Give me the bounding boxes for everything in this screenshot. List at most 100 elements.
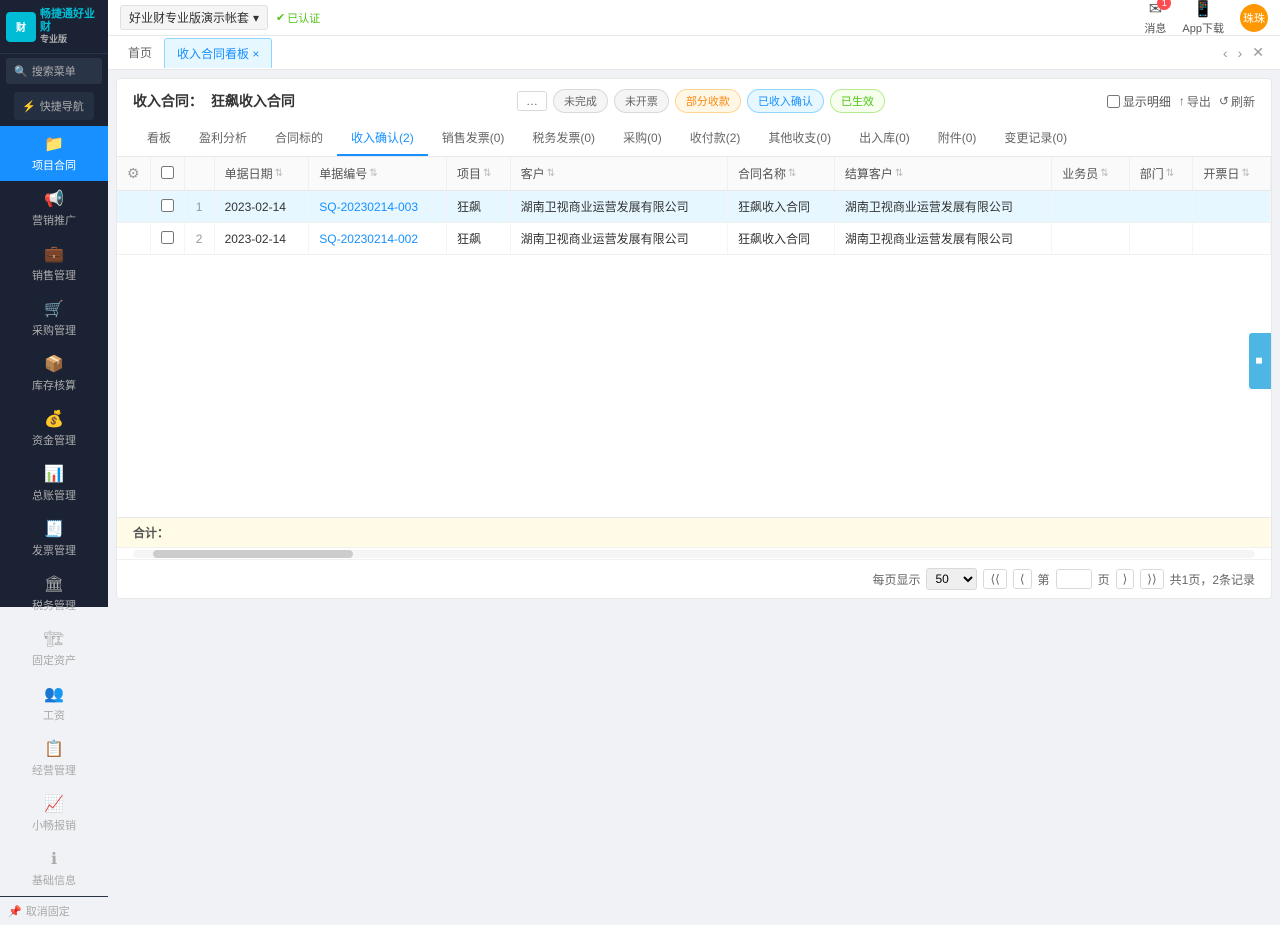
sub-tab-0[interactable]: 看板 (133, 121, 185, 156)
sidebar-item-2[interactable]: 💼 销售管理 (0, 236, 108, 291)
sidebar-label-0: 项目合同 (32, 157, 76, 173)
table-row[interactable]: 1 2023-02-14 SQ-20230214-003 狂飙 湖南卫视商业运营… (117, 191, 1271, 223)
tab-next-btn[interactable]: › (1234, 42, 1247, 63)
th-date[interactable]: 单据日期 ⇅ (214, 157, 309, 191)
sidebar-label-10: 工资 (43, 707, 65, 723)
sub-tab-10[interactable]: 附件(0) (924, 121, 991, 156)
sidebar-item-10[interactable]: 👥 工资 (0, 676, 108, 731)
sidebar-item-3[interactable]: 🛒 采购管理 (0, 291, 108, 346)
page-title-actions: … 未完成 未开票 部分收款 已收入确认 已生效 (517, 89, 885, 113)
refresh-icon: ↺ (1219, 94, 1229, 108)
th-num (184, 157, 214, 191)
th-settings[interactable]: ⚙ (117, 157, 150, 191)
table-row[interactable]: 2 2023-02-14 SQ-20230214-002 狂飙 湖南卫视商业运营… (117, 223, 1271, 255)
search-menu-button[interactable]: 🔍 搜索菜单 (6, 58, 102, 84)
search-icon: 🔍 (14, 65, 28, 78)
status-active[interactable]: 已生效 (830, 89, 885, 113)
home-tab[interactable]: 首页 (120, 38, 160, 67)
cell-salesman-1 (1052, 223, 1130, 255)
cell-num-0: 1 (184, 191, 214, 223)
status-not-open[interactable]: 未开票 (614, 89, 669, 113)
sidebar-item-9[interactable]: 🏗 固定资产 (0, 621, 108, 676)
sub-tab-5[interactable]: 税务发票(0) (518, 121, 609, 156)
cell-checkbox-1[interactable] (150, 223, 184, 255)
sidebar-item-6[interactable]: 📊 总账管理 (0, 456, 108, 511)
th-customer[interactable]: 客户 ⇅ (510, 157, 727, 191)
scrollbar-area[interactable] (117, 547, 1271, 559)
sub-tab-3[interactable]: 收入确认(2) (337, 121, 428, 156)
th-invoice-date[interactable]: 开票日 ⇅ (1193, 157, 1271, 191)
cell-checkbox-0[interactable] (150, 191, 184, 223)
sidebar-item-4[interactable]: 📦 库存核算 (0, 346, 108, 401)
th-department[interactable]: 部门 ⇅ (1129, 157, 1193, 191)
more-button[interactable]: … (517, 91, 547, 111)
sub-tab-6[interactable]: 采购(0) (609, 121, 676, 156)
company-select[interactable]: 好业财专业版演示帐套 ▾ (120, 5, 268, 30)
cell-contract-0: 狂飙收入合同 (727, 191, 834, 223)
sidebar-item-7[interactable]: 🧾 发票管理 (0, 511, 108, 566)
settings-icon[interactable]: ⚙ (127, 165, 140, 181)
order-link-1[interactable]: SQ-20230214-002 (319, 232, 418, 246)
quick-nav-area[interactable]: ⚡ 快捷导航 (0, 88, 108, 126)
sidebar-item-8[interactable]: 🏛 税务管理 (0, 566, 108, 621)
th-checkbox[interactable] (150, 157, 184, 191)
th-order-no[interactable]: 单据编号 ⇅ (309, 157, 447, 191)
sub-tab-11[interactable]: 变更记录(0) (990, 121, 1081, 156)
sub-tab-8[interactable]: 其他收支(0) (754, 121, 845, 156)
sub-tab-7[interactable]: 收付款(2) (676, 121, 755, 156)
sidebar-item-1[interactable]: 📢 营销推广 (0, 181, 108, 236)
th-project[interactable]: 项目 ⇅ (446, 157, 510, 191)
sidebar-label-5: 资金管理 (32, 432, 76, 448)
status-confirmed[interactable]: 已收入确认 (747, 89, 824, 113)
select-all-checkbox[interactable] (161, 166, 174, 179)
sidebar-item-12[interactable]: 📈 小畅报销 (0, 786, 108, 841)
page-last-btn[interactable]: ⟩⟩ (1140, 569, 1163, 589)
sort-salesman-icon: ⇅ (1100, 168, 1108, 179)
th-contract[interactable]: 合同名称 ⇅ (727, 157, 834, 191)
scrollbar-thumb[interactable] (153, 550, 353, 558)
quick-nav-button[interactable]: ⚡ 快捷导航 (14, 92, 94, 120)
status-partial[interactable]: 部分收款 (675, 89, 741, 113)
show-detail-label[interactable]: 显示明细 (1107, 93, 1171, 110)
cell-orderno-1[interactable]: SQ-20230214-002 (309, 223, 447, 255)
sidebar-bottom[interactable]: 📌 取消固定 (0, 896, 108, 925)
status-not-complete[interactable]: 未完成 (553, 89, 608, 113)
cell-settings-1 (117, 223, 150, 255)
page-title-row: 收入合同： 狂飙收入合同 … 未完成 未开票 部分收款 已收入确认 已生效 显示… (133, 89, 1255, 113)
sidebar-item-0[interactable]: 📁 项目合同 (0, 126, 108, 181)
row-checkbox-0[interactable] (161, 199, 174, 212)
show-detail-checkbox[interactable] (1107, 95, 1120, 108)
sidebar-search-area[interactable]: 🔍 搜索菜单 (0, 54, 108, 88)
row-checkbox-1[interactable] (161, 231, 174, 244)
page-prev-btn[interactable]: ⟨ (1013, 569, 1032, 589)
app-download-action[interactable]: 📱 App下载 (1182, 0, 1224, 36)
cell-orderno-0[interactable]: SQ-20230214-003 (309, 191, 447, 223)
sub-tab-1[interactable]: 盈利分析 (185, 121, 261, 156)
tab-close-btn[interactable]: ✕ (1248, 42, 1268, 63)
page-first-btn[interactable]: ⟨⟨ (983, 569, 1006, 589)
refresh-button[interactable]: ↺ 刷新 (1219, 93, 1255, 110)
table-footer: 合计： (117, 517, 1271, 547)
page-size-select[interactable]: 50 20 100 (926, 568, 977, 590)
sidebar-item-5[interactable]: 💰 资金管理 (0, 401, 108, 456)
sort-invoice-icon: ⇅ (1241, 168, 1249, 179)
order-link-0[interactable]: SQ-20230214-003 (319, 200, 418, 214)
active-tab[interactable]: 收入合同看板 × (164, 38, 272, 68)
message-action[interactable]: ✉ 1 消息 (1144, 0, 1166, 36)
tab-prev-btn[interactable]: ‹ (1219, 42, 1232, 63)
th-settlement[interactable]: 结算客户 ⇅ (834, 157, 1051, 191)
sub-tab-4[interactable]: 销售发票(0) (428, 121, 519, 156)
th-salesman[interactable]: 业务员 ⇅ (1052, 157, 1130, 191)
sub-tab-2[interactable]: 合同标的 (261, 121, 337, 156)
page-input[interactable]: 1 (1056, 569, 1092, 589)
sidebar-item-11[interactable]: 📋 经营管理 (0, 731, 108, 786)
table-area[interactable]: ⚙ 单据日期 ⇅ (117, 157, 1271, 517)
page-next-btn[interactable]: ⟩ (1116, 569, 1135, 589)
sub-tabs: 看板盈利分析合同标的收入确认(2)销售发票(0)税务发票(0)采购(0)收付款(… (133, 121, 1255, 156)
user-avatar[interactable]: 珠珠 (1240, 4, 1268, 32)
sidebar-item-13[interactable]: ℹ 基础信息 (0, 841, 108, 896)
sub-tab-9[interactable]: 出入库(0) (845, 121, 924, 156)
export-button[interactable]: ↑ 导出 (1179, 93, 1211, 110)
right-float-button[interactable]: ◼ (1249, 333, 1271, 389)
sidebar-icon-4: 📦 (44, 354, 64, 374)
